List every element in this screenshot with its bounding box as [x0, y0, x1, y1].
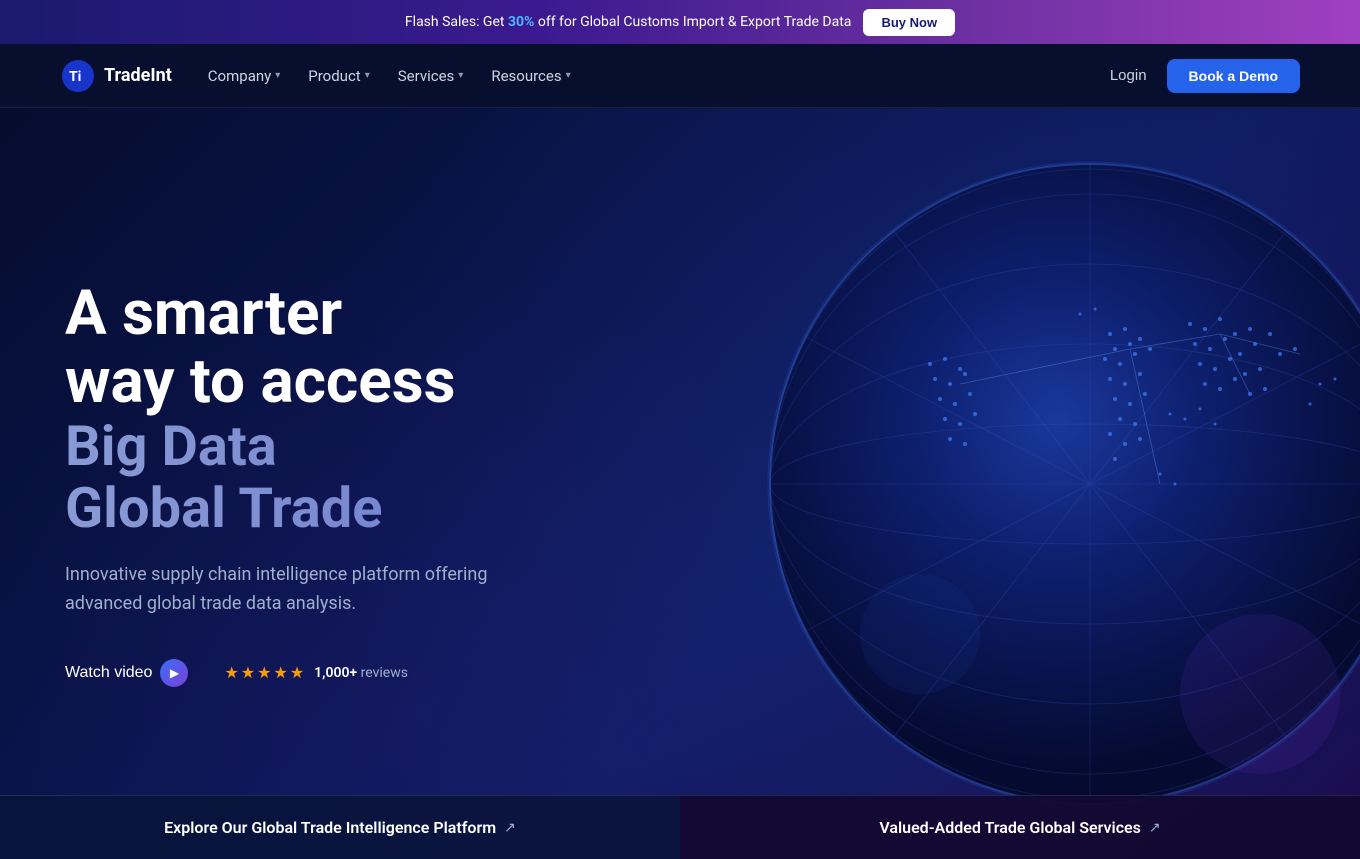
login-button[interactable]: Login: [1110, 67, 1147, 84]
chevron-down-icon: ▾: [458, 70, 463, 81]
arrow-icon-left: ↗: [504, 820, 516, 836]
hero-animated-text-2: Global Trade: [65, 478, 535, 540]
star-3: ★: [257, 663, 271, 682]
play-icon: ▶: [160, 659, 188, 687]
star-2: ★: [241, 663, 255, 682]
top-banner: Flash Sales: Get 30% off for Global Cust…: [0, 0, 1360, 44]
reviews-section: ★ ★ ★ ★ ★ 1,000+ reviews: [224, 663, 408, 682]
star-5: ★: [290, 663, 304, 682]
chevron-down-icon: ▾: [566, 70, 571, 81]
book-demo-button[interactable]: Book a Demo: [1167, 59, 1300, 93]
hero-section: A smarter way to access Big Data Global …: [0, 108, 1360, 859]
arrow-icon-right: ↗: [1149, 820, 1161, 836]
watch-video-button[interactable]: Watch video ▶: [65, 659, 188, 687]
logo-icon: Ti: [60, 58, 96, 94]
logo-text: TradeInt: [104, 65, 172, 86]
nav-item-resources[interactable]: Resources ▾: [491, 67, 570, 85]
globe-visualization: [740, 134, 1360, 834]
reviews-text: 1,000+ reviews: [314, 665, 408, 681]
main-nav: Ti TradeInt Company ▾ Product ▾ Services: [0, 44, 1360, 108]
hero-title: A smarter way to access Big Data Global …: [65, 280, 535, 540]
svg-text:Ti: Ti: [69, 69, 81, 85]
banner-text: Flash Sales: Get 30% off for Global Cust…: [405, 14, 852, 30]
star-4: ★: [273, 663, 287, 682]
chevron-down-icon: ▾: [365, 70, 370, 81]
hero-content: A smarter way to access Big Data Global …: [0, 200, 600, 767]
nav-links: Company ▾ Product ▾ Services ▾ Resources: [208, 67, 571, 85]
star-rating: ★ ★ ★ ★ ★: [224, 663, 304, 682]
bottom-bar: Explore Our Global Trade Intelligence Pl…: [0, 795, 1360, 859]
nav-right: Login Book a Demo: [1110, 59, 1300, 93]
nav-item-company[interactable]: Company ▾: [208, 67, 280, 85]
logo-link[interactable]: Ti TradeInt: [60, 58, 172, 94]
nav-item-services[interactable]: Services ▾: [398, 67, 464, 85]
globe-svg: [740, 134, 1360, 834]
star-1: ★: [224, 663, 238, 682]
chevron-down-icon: ▾: [275, 70, 280, 81]
buy-now-button[interactable]: Buy Now: [863, 9, 955, 36]
nav-left: Ti TradeInt Company ▾ Product ▾ Services: [60, 58, 571, 94]
bottom-bar-explore[interactable]: Explore Our Global Trade Intelligence Pl…: [0, 795, 680, 859]
hero-animated-text-1: Big Data: [65, 416, 535, 478]
hero-subtitle: Innovative supply chain intelligence pla…: [65, 560, 535, 619]
bottom-bar-services[interactable]: Valued-Added Trade Global Services ↗: [680, 795, 1360, 859]
nav-item-product[interactable]: Product ▾: [308, 67, 369, 85]
hero-actions: Watch video ▶ ★ ★ ★ ★ ★ 1,000+ reviews: [65, 659, 535, 687]
